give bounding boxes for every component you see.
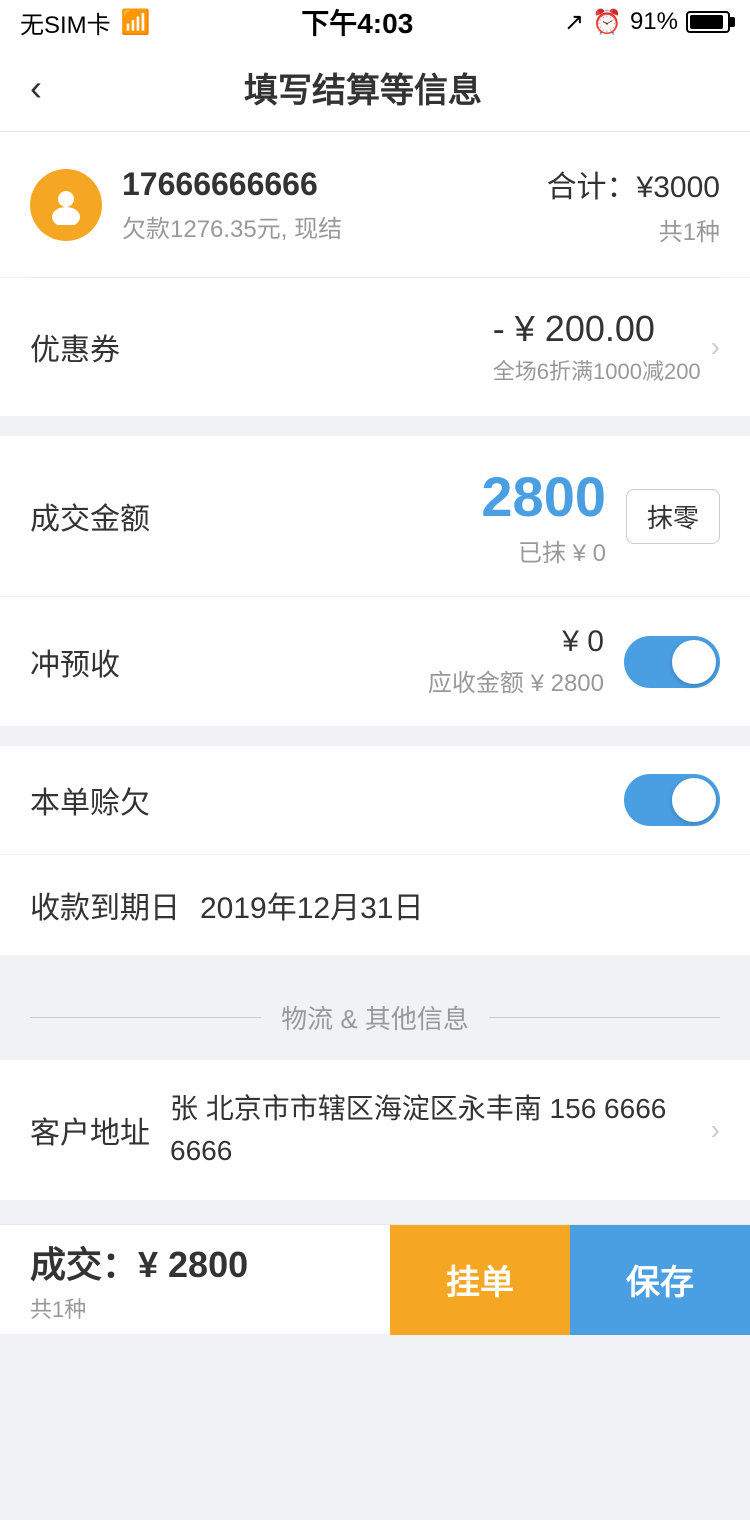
- status-bar: 无SIM卡 📶 下午4:03 ↗ ⏰ 91%: [0, 0, 750, 44]
- logistics-divider: 物流 & 其他信息: [0, 975, 750, 1060]
- debt-toggle-knob: [672, 778, 716, 822]
- coupon-label: 优惠券: [30, 325, 120, 369]
- customer-count: 共1种: [547, 212, 720, 247]
- coupon-amount: - ¥ 200.00: [493, 308, 701, 350]
- address-row[interactable]: 客户地址 张 北京市市辖区海淀区永丰南 156 6666 6666 ›: [0, 1060, 750, 1200]
- debt-toggle[interactable]: [624, 774, 720, 826]
- coupon-right: - ¥ 200.00 全场6折满1000减200 ›: [493, 308, 720, 386]
- hang-button[interactable]: 挂单: [390, 1225, 570, 1335]
- avatar: [30, 169, 102, 241]
- alarm-icon: ⏰: [592, 8, 622, 37]
- debt-row: 本单赊欠: [0, 746, 750, 854]
- wifi-icon: 📶: [121, 8, 151, 37]
- chong-yushou-right: ¥ 0 应收金额 ¥ 2800: [428, 625, 720, 698]
- customer-info: 17666666666 欠款1276.35元, 现结: [122, 166, 342, 244]
- battery-percent: 91%: [630, 8, 678, 36]
- deal-amount-right: 2800 已抹 ¥ 0 抹零: [481, 464, 720, 568]
- bottom-summary: 成交：¥ 2800 共1种: [0, 1236, 390, 1324]
- chevron-right-icon: ›: [711, 331, 720, 363]
- chong-amount: ¥ 0: [428, 625, 604, 659]
- time-label: 下午4:03: [301, 2, 413, 42]
- coupon-value-block: - ¥ 200.00 全场6折满1000减200: [493, 308, 701, 386]
- chong-yushou-toggle[interactable]: [624, 636, 720, 688]
- customer-debt: 欠款1276.35元, 现结: [122, 209, 342, 244]
- due-date-value: 2019年12月31日: [200, 883, 423, 927]
- chong-amount-block: ¥ 0 应收金额 ¥ 2800: [428, 625, 604, 698]
- chong-yushou-row: 冲预收 ¥ 0 应收金额 ¥ 2800: [0, 597, 750, 726]
- deal-amount-block: 2800 已抹 ¥ 0: [481, 464, 606, 568]
- bottom-count: 共1种: [30, 1292, 360, 1324]
- chong-yushou-label: 冲预收: [30, 640, 120, 684]
- status-left: 无SIM卡 📶: [20, 5, 151, 40]
- page-title: 填写结算等信息: [62, 63, 664, 112]
- save-button[interactable]: 保存: [570, 1225, 750, 1335]
- round-zero-button[interactable]: 抹零: [626, 489, 720, 544]
- section-gap-1: [0, 416, 750, 436]
- address-chevron-icon: ›: [711, 1114, 720, 1146]
- nav-bar: ‹ 填写结算等信息: [0, 44, 750, 132]
- bottom-bar: 成交：¥ 2800 共1种 挂单 保存: [0, 1224, 750, 1334]
- toggle-knob: [672, 640, 716, 684]
- battery-icon: [686, 11, 730, 33]
- carrier-label: 无SIM卡: [20, 5, 111, 40]
- address-label: 客户地址: [30, 1108, 150, 1152]
- coupon-desc: 全场6折满1000减200: [493, 354, 701, 386]
- location-icon: ↗: [564, 8, 584, 37]
- back-button[interactable]: ‹: [30, 67, 42, 109]
- logistics-line-right: [489, 1017, 720, 1018]
- bottom-deal-prefix: 成交：: [30, 1244, 138, 1285]
- status-right: ↗ ⏰ 91%: [564, 8, 730, 37]
- due-date-row: 收款到期日 2019年12月31日: [0, 854, 750, 955]
- form-section-1: 成交金额 2800 已抹 ¥ 0 抹零 冲预收 ¥ 0 应收金额 ¥ 2800: [0, 436, 750, 726]
- bottom-deal-label: 成交：¥ 2800: [30, 1236, 360, 1288]
- deal-amount-sub: 已抹 ¥ 0: [481, 533, 606, 568]
- battery-fill: [690, 15, 723, 29]
- logistics-line-left: [30, 1017, 261, 1018]
- section-gap-2: [0, 726, 750, 746]
- address-value: 张 北京市市辖区海淀区永丰南 156 6666 6666: [170, 1088, 691, 1172]
- customer-right: 合计：¥3000 共1种: [547, 162, 720, 247]
- logistics-label: 物流 & 其他信息: [281, 999, 469, 1036]
- section-gap-3: [0, 955, 750, 975]
- customer-left: 17666666666 欠款1276.35元, 现结: [30, 166, 342, 244]
- customer-phone: 17666666666: [122, 166, 342, 203]
- chong-sub: 应收金额 ¥ 2800: [428, 663, 604, 698]
- debt-label: 本单赊欠: [30, 778, 150, 822]
- deal-amount-row: 成交金额 2800 已抹 ¥ 0 抹零: [0, 436, 750, 597]
- deal-amount-value: 2800: [481, 464, 606, 529]
- customer-card: 17666666666 欠款1276.35元, 现结 合计：¥3000 共1种: [0, 132, 750, 277]
- bottom-deal-amount: ¥ 2800: [138, 1244, 248, 1285]
- coupon-row[interactable]: 优惠券 - ¥ 200.00 全场6折满1000减200 ›: [0, 278, 750, 416]
- customer-total: 合计：¥3000: [547, 162, 720, 206]
- due-date-label: 收款到期日: [30, 883, 180, 927]
- deal-amount-label: 成交金额: [30, 494, 150, 538]
